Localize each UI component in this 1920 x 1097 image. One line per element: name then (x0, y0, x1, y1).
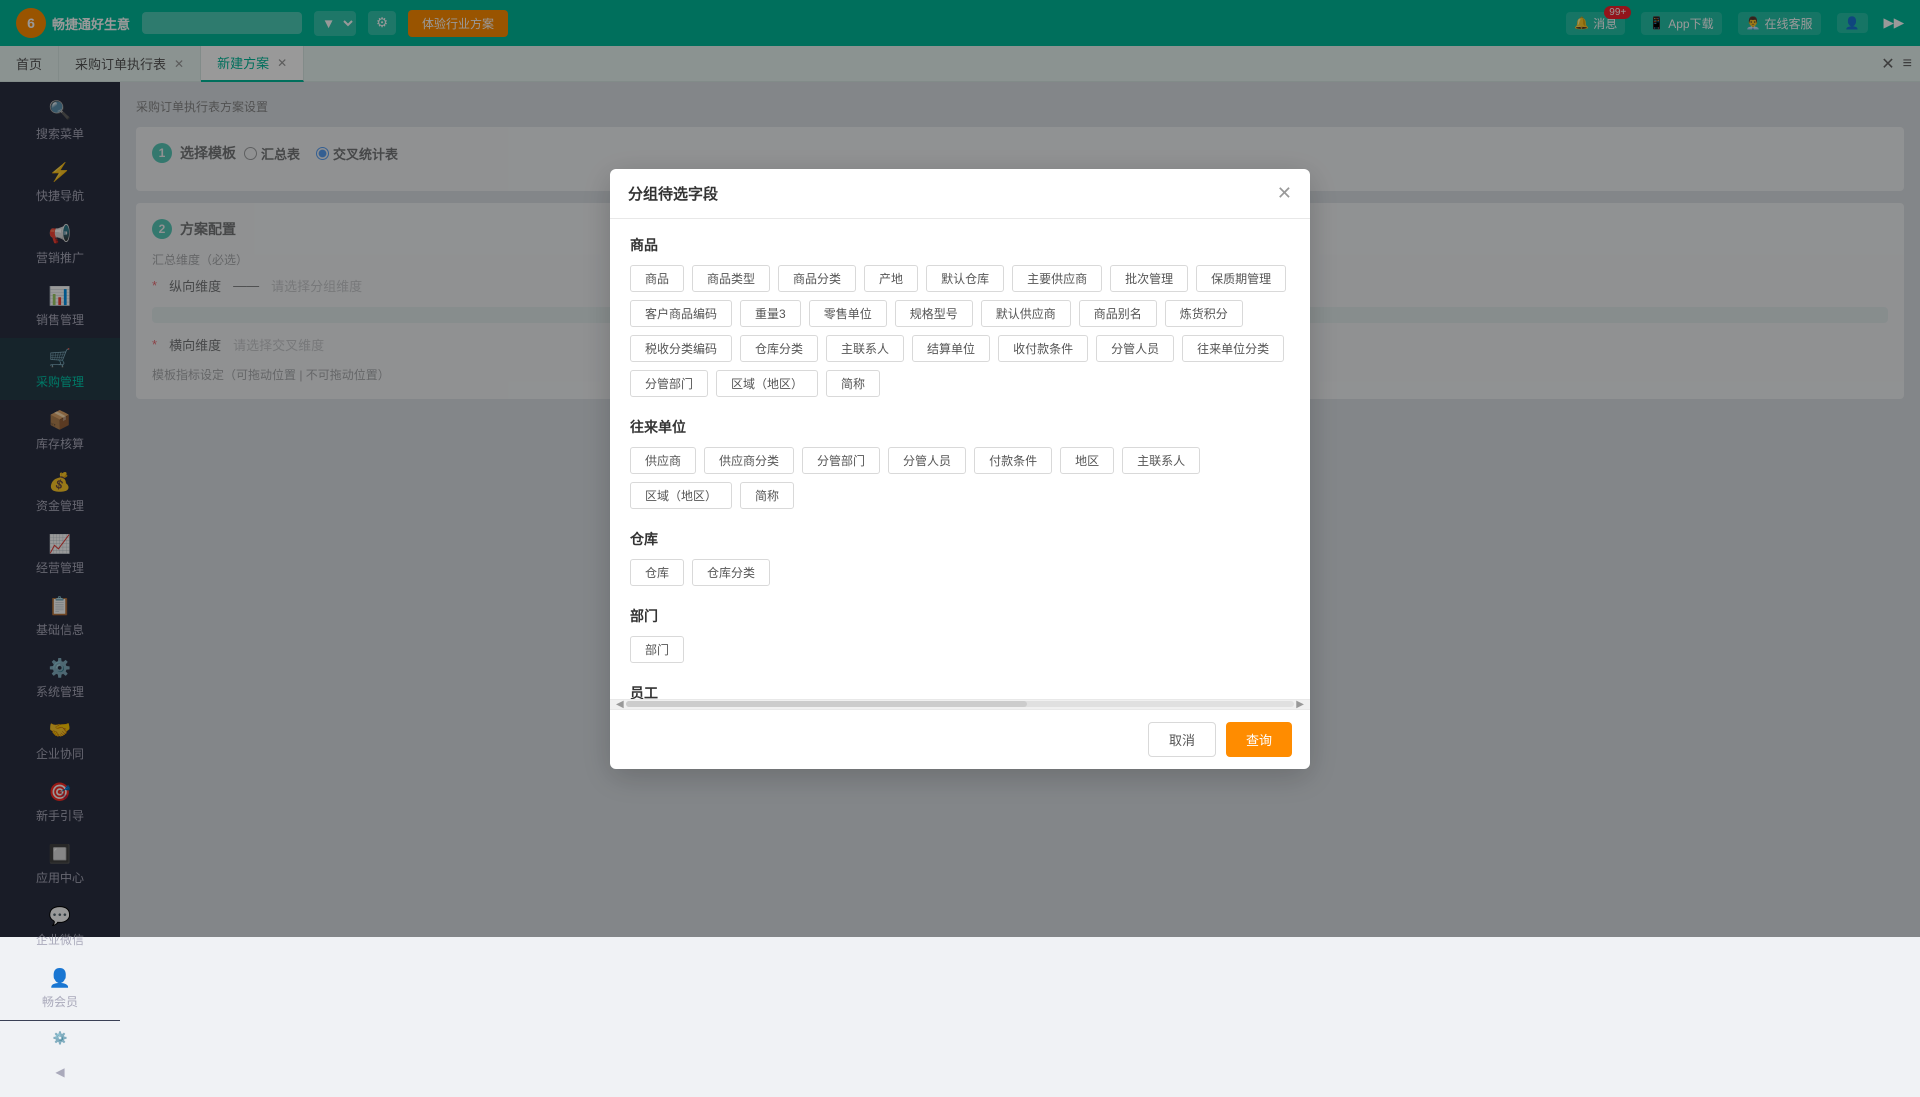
modal-body[interactable]: 商品 商品 商品类型 商品分类 产地 默认仓库 主要供应商 批次管理 保质期管理… (610, 219, 1310, 699)
field-tags-partner: 供应商 供应商分类 分管部门 分管人员 付款条件 地区 主联系人 区域（地区） … (630, 447, 1290, 509)
field-group-employee: 员工 业务员 (630, 683, 1290, 699)
field-group-goods: 商品 商品 商品类型 商品分类 产地 默认仓库 主要供应商 批次管理 保质期管理… (630, 235, 1290, 397)
field-tag-partner-4[interactable]: 分管人员 (888, 447, 966, 474)
field-tag-goods-3[interactable]: 商品分类 (778, 265, 856, 292)
field-tag-goods-18[interactable]: 主联系人 (826, 335, 904, 362)
field-tag-department-1[interactable]: 部门 (630, 636, 684, 663)
member-icon: 👤 (49, 968, 71, 989)
field-tags-warehouse: 仓库 仓库分类 (630, 559, 1290, 586)
field-tag-goods-11[interactable]: 零售单位 (809, 300, 887, 327)
field-tag-goods-13[interactable]: 默认供应商 (981, 300, 1071, 327)
field-tag-warehouse-1[interactable]: 仓库 (630, 559, 684, 586)
field-tag-goods-8[interactable]: 保质期管理 (1196, 265, 1286, 292)
field-tag-partner-6[interactable]: 地区 (1060, 447, 1114, 474)
field-select-modal: 分组待选字段 ✕ 商品 商品 商品类型 商品分类 产地 默认仓库 主要供应商 批… (610, 169, 1310, 769)
field-tags-goods: 商品 商品类型 商品分类 产地 默认仓库 主要供应商 批次管理 保质期管理 客户… (630, 265, 1290, 397)
field-tags-department: 部门 (630, 636, 1290, 663)
field-tag-goods-15[interactable]: 炼货积分 (1165, 300, 1243, 327)
field-tag-goods-2[interactable]: 商品类型 (692, 265, 770, 292)
field-tag-goods-21[interactable]: 分管人员 (1096, 335, 1174, 362)
confirm-button[interactable]: 查询 (1226, 722, 1292, 757)
field-tag-goods-7[interactable]: 批次管理 (1110, 265, 1188, 292)
field-tag-goods-20[interactable]: 收付款条件 (998, 335, 1088, 362)
modal-header: 分组待选字段 ✕ (610, 169, 1310, 219)
sidebar-bottom-collapse[interactable]: ◀ (0, 1055, 120, 1089)
sidebar-label-member: 畅会员 (42, 993, 78, 1010)
hscroll-track (626, 701, 1295, 707)
field-tag-goods-6[interactable]: 主要供应商 (1012, 265, 1102, 292)
field-tag-partner-5[interactable]: 付款条件 (974, 447, 1052, 474)
modal-hscroll[interactable]: ◀ ▶ (610, 699, 1310, 709)
field-tag-warehouse-2[interactable]: 仓库分类 (692, 559, 770, 586)
field-tag-goods-12[interactable]: 规格型号 (895, 300, 973, 327)
field-tag-goods-4[interactable]: 产地 (864, 265, 918, 292)
sidebar-item-member[interactable]: 👤 畅会员 (0, 958, 120, 1020)
field-tag-goods-24[interactable]: 区域（地区） (716, 370, 818, 397)
field-group-partner: 往来单位 供应商 供应商分类 分管部门 分管人员 付款条件 地区 主联系人 区域… (630, 417, 1290, 509)
bottom-settings-icon: ⚙️ (53, 1031, 68, 1045)
modal-title: 分组待选字段 (628, 183, 718, 204)
field-tag-goods-17[interactable]: 仓库分类 (740, 335, 818, 362)
field-tag-goods-23[interactable]: 分管部门 (630, 370, 708, 397)
field-group-department-title: 部门 (630, 606, 1290, 626)
collapse-icon: ◀ (55, 1065, 64, 1079)
field-tag-goods-5[interactable]: 默认仓库 (926, 265, 1004, 292)
field-group-partner-title: 往来单位 (630, 417, 1290, 437)
field-tag-goods-22[interactable]: 往来单位分类 (1182, 335, 1284, 362)
modal-close-button[interactable]: ✕ (1277, 183, 1292, 204)
field-tag-goods-10[interactable]: 重量3 (740, 300, 801, 327)
cancel-button[interactable]: 取消 (1148, 722, 1216, 757)
field-tag-partner-1[interactable]: 供应商 (630, 447, 696, 474)
sidebar-bottom: ⚙️ ◀ (0, 1020, 120, 1097)
field-tag-goods-1[interactable]: 商品 (630, 265, 684, 292)
field-group-department: 部门 部门 (630, 606, 1290, 663)
modal-footer: 取消 查询 (610, 709, 1310, 769)
modal-overlay: 分组待选字段 ✕ 商品 商品 商品类型 商品分类 产地 默认仓库 主要供应商 批… (0, 0, 1920, 937)
field-tag-goods-16[interactable]: 税收分类编码 (630, 335, 732, 362)
field-group-warehouse: 仓库 仓库 仓库分类 (630, 529, 1290, 586)
field-tag-goods-14[interactable]: 商品别名 (1079, 300, 1157, 327)
field-tag-goods-9[interactable]: 客户商品编码 (630, 300, 732, 327)
field-tag-partner-2[interactable]: 供应商分类 (704, 447, 794, 474)
field-group-goods-title: 商品 (630, 235, 1290, 255)
field-tag-partner-8[interactable]: 区域（地区） (630, 482, 732, 509)
field-group-employee-title: 员工 (630, 683, 1290, 699)
field-group-warehouse-title: 仓库 (630, 529, 1290, 549)
sidebar-bottom-settings[interactable]: ⚙️ (0, 1021, 120, 1055)
field-tag-partner-7[interactable]: 主联系人 (1122, 447, 1200, 474)
field-tag-goods-25[interactable]: 简称 (826, 370, 880, 397)
field-tag-partner-9[interactable]: 简称 (740, 482, 794, 509)
field-tag-partner-3[interactable]: 分管部门 (802, 447, 880, 474)
hscroll-thumb (626, 701, 1027, 707)
field-tag-goods-19[interactable]: 结算单位 (912, 335, 990, 362)
